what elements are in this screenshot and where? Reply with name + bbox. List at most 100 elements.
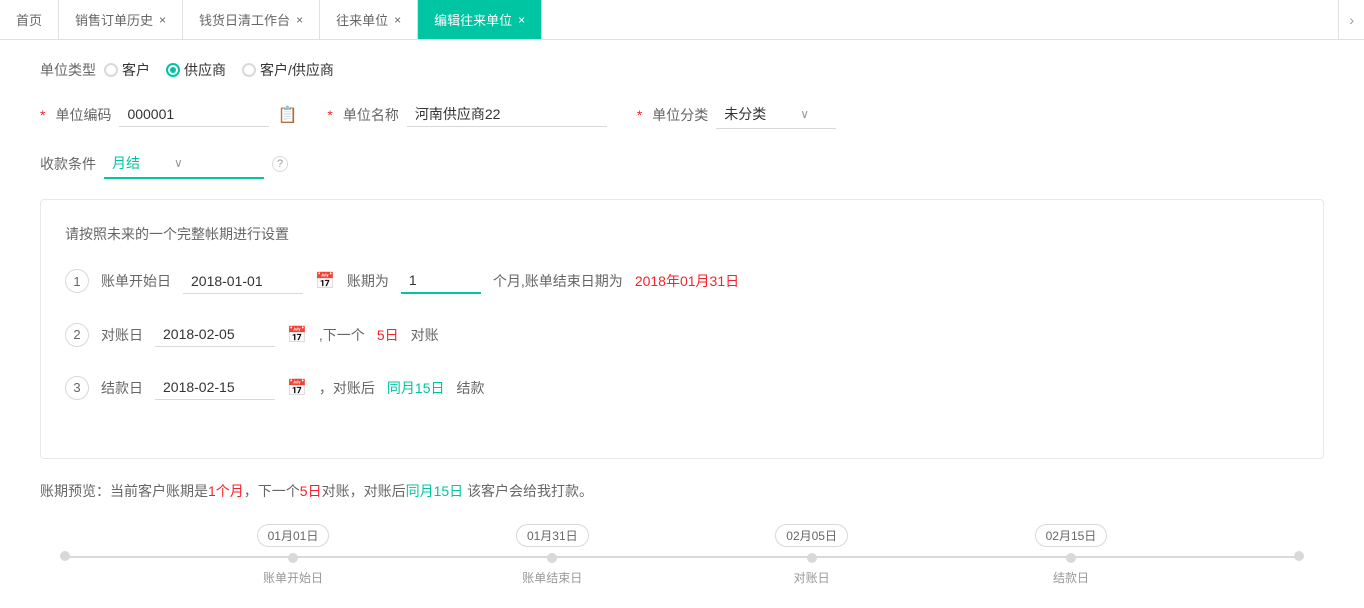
radio-circle-supplier <box>166 63 180 77</box>
step-period-input[interactable] <box>401 268 481 294</box>
main-content: 单位类型 客户 供应商 客户/供应商 * 单位编码 <box>0 40 1364 608</box>
unit-code-field: * 单位编码 📋 <box>40 102 297 127</box>
payment-term-select[interactable]: 月结 ∨ <box>104 149 264 179</box>
tab-more-arrow[interactable]: › <box>1338 0 1364 39</box>
unit-code-input[interactable] <box>119 102 269 127</box>
settings-section: 请按照未来的一个完整帐期进行设置 1 账单开始日 📅 账期为 个月,账单结束日期… <box>40 199 1324 459</box>
preview-section: 账期预览：当前客户账期是1个月，下一个5日对账，对账后同月15日 该客户会给我打… <box>40 479 1324 504</box>
tab-edit-partner[interactable]: 编辑往来单位 × <box>418 0 542 39</box>
radio-customer-label: 客户 <box>122 60 150 80</box>
step-date-input-3[interactable] <box>155 375 275 400</box>
step-row-1: 1 账单开始日 📅 账期为 个月,账单结束日期为 2018年01月31日 <box>65 268 1299 294</box>
tab-sales-order-history[interactable]: 销售订单历史 × <box>59 0 183 39</box>
required-mark-category: * <box>637 107 642 123</box>
payment-term-row: 收款条件 月结 ∨ ? <box>40 149 1324 179</box>
unit-type-row: 单位类型 客户 供应商 客户/供应商 <box>40 60 1324 80</box>
timeline-start-dot <box>60 524 70 561</box>
help-icon[interactable]: ? <box>272 156 288 172</box>
timeline-point-2: 01月31日 账单结束日 <box>516 524 589 586</box>
preview-part2: 5日 <box>300 483 322 499</box>
timeline-label-4: 结款日 <box>1053 569 1089 586</box>
unit-name-input[interactable] <box>407 102 607 127</box>
preview-suffix: 该客户会给我打款。 <box>467 483 593 499</box>
chevron-down-icon-term: ∨ <box>174 156 183 170</box>
close-icon[interactable]: × <box>518 14 525 26</box>
payment-term-label: 收款条件 <box>40 154 96 174</box>
timeline-section: 01月01日 账单开始日 01月31日 账单结束日 02月05日 对账日 02月… <box>40 524 1324 586</box>
step-period-label: 账期为 <box>347 271 389 291</box>
required-mark-name: * <box>327 107 332 123</box>
unit-name-field: * 单位名称 <box>327 102 606 127</box>
preview-sep1: ，下一个 <box>244 483 300 499</box>
tab-partner-units[interactable]: 往来单位 × <box>320 0 418 39</box>
timeline-badge-2: 01月31日 <box>516 524 589 547</box>
step-row-2: 2 对账日 📅 ,下一个5日对账 <box>65 322 1299 347</box>
payment-term-field: 收款条件 月结 ∨ ? <box>40 149 288 179</box>
preview-part3: 同月15日 <box>406 483 464 499</box>
unit-code-label: 单位编码 <box>55 105 111 125</box>
tab-cash-ledger-label: 钱货日清工作台 <box>199 10 290 29</box>
unit-type-radio-group: 客户 供应商 客户/供应商 <box>104 60 334 80</box>
preview-part1: 1个月 <box>208 483 244 499</box>
close-icon[interactable]: × <box>296 14 303 26</box>
timeline-label-3: 对账日 <box>794 569 830 586</box>
tab-edit-partner-label: 编辑往来单位 <box>434 10 512 29</box>
required-mark-code: * <box>40 107 45 123</box>
tab-home[interactable]: 首页 <box>0 0 59 39</box>
step-period-unit: 个月,账单结束日期为 <box>493 271 623 291</box>
step-number-2: 2 <box>65 323 89 347</box>
chevron-down-icon: ∨ <box>800 107 809 121</box>
step-desc-2-prefix: ,下一个 <box>319 325 365 345</box>
step-label-3: 结款日 <box>101 378 143 398</box>
timeline-dot-2 <box>547 553 557 563</box>
unit-details-row: * 单位编码 📋 * 单位名称 * 单位分类 未分类 ∨ <box>40 100 1324 129</box>
preview-sep2: 对账，对账后 <box>322 483 406 499</box>
radio-circle-customer-supplier <box>242 63 256 77</box>
step-desc-3-prefix: ，对账后 <box>319 378 375 398</box>
radio-customer-supplier-label: 客户/供应商 <box>260 60 334 80</box>
timeline-badge-4: 02月15日 <box>1035 524 1108 547</box>
tab-bar: 首页 销售订单历史 × 钱货日清工作台 × 往来单位 × 编辑往来单位 × › <box>0 0 1364 40</box>
preview-prefix: 账期预览：当前客户账期是 <box>40 483 208 499</box>
radio-customer[interactable]: 客户 <box>104 60 150 80</box>
close-icon[interactable]: × <box>159 14 166 26</box>
payment-term-value: 月结 <box>112 153 140 173</box>
tab-cash-ledger[interactable]: 钱货日清工作台 × <box>183 0 320 39</box>
step-desc-2-highlight: 5日 <box>377 325 399 345</box>
close-icon[interactable]: × <box>394 14 401 26</box>
calendar-icon-1[interactable]: 📅 <box>315 271 335 291</box>
timeline-end-dot <box>1294 524 1304 561</box>
radio-supplier-label: 供应商 <box>184 60 226 80</box>
unit-category-field: * 单位分类 未分类 ∨ <box>637 100 836 129</box>
timeline-label-2: 账单结束日 <box>522 569 582 586</box>
calendar-icon-2[interactable]: 📅 <box>287 325 307 345</box>
step-number-1: 1 <box>65 269 89 293</box>
calendar-icon-3[interactable]: 📅 <box>287 378 307 398</box>
unit-category-value: 未分类 <box>724 104 766 124</box>
timeline-dot-3 <box>807 553 817 563</box>
unit-code-icon[interactable]: 📋 <box>277 105 297 125</box>
tab-partner-units-label: 往来单位 <box>336 10 388 29</box>
unit-category-label: 单位分类 <box>652 105 708 125</box>
timeline-points: 01月01日 账单开始日 01月31日 账单结束日 02月05日 对账日 02月… <box>60 524 1304 586</box>
timeline-badge-1: 01月01日 <box>257 524 330 547</box>
timeline-dot-4 <box>1066 553 1076 563</box>
step-date-input-2[interactable] <box>155 322 275 347</box>
step-label-1: 账单开始日 <box>101 271 171 291</box>
radio-supplier[interactable]: 供应商 <box>166 60 226 80</box>
section-title: 请按照未来的一个完整帐期进行设置 <box>65 224 1299 244</box>
unit-type-field: 单位类型 客户 供应商 客户/供应商 <box>40 60 334 80</box>
chevron-right-icon: › <box>1349 12 1354 28</box>
step-number-3: 3 <box>65 376 89 400</box>
tab-home-label: 首页 <box>16 10 42 29</box>
step-date-input-1[interactable] <box>183 269 303 294</box>
timeline-dot-end <box>1294 551 1304 561</box>
unit-name-label: 单位名称 <box>343 105 399 125</box>
unit-category-select[interactable]: 未分类 ∨ <box>716 100 836 129</box>
radio-customer-supplier[interactable]: 客户/供应商 <box>242 60 334 80</box>
timeline-label-1: 账单开始日 <box>263 569 323 586</box>
step-desc-2-suffix: 对账 <box>411 325 439 345</box>
tab-sales-order-history-label: 销售订单历史 <box>75 10 153 29</box>
step-period-end: 2018年01月31日 <box>635 271 739 291</box>
timeline-dot-start <box>60 551 70 561</box>
